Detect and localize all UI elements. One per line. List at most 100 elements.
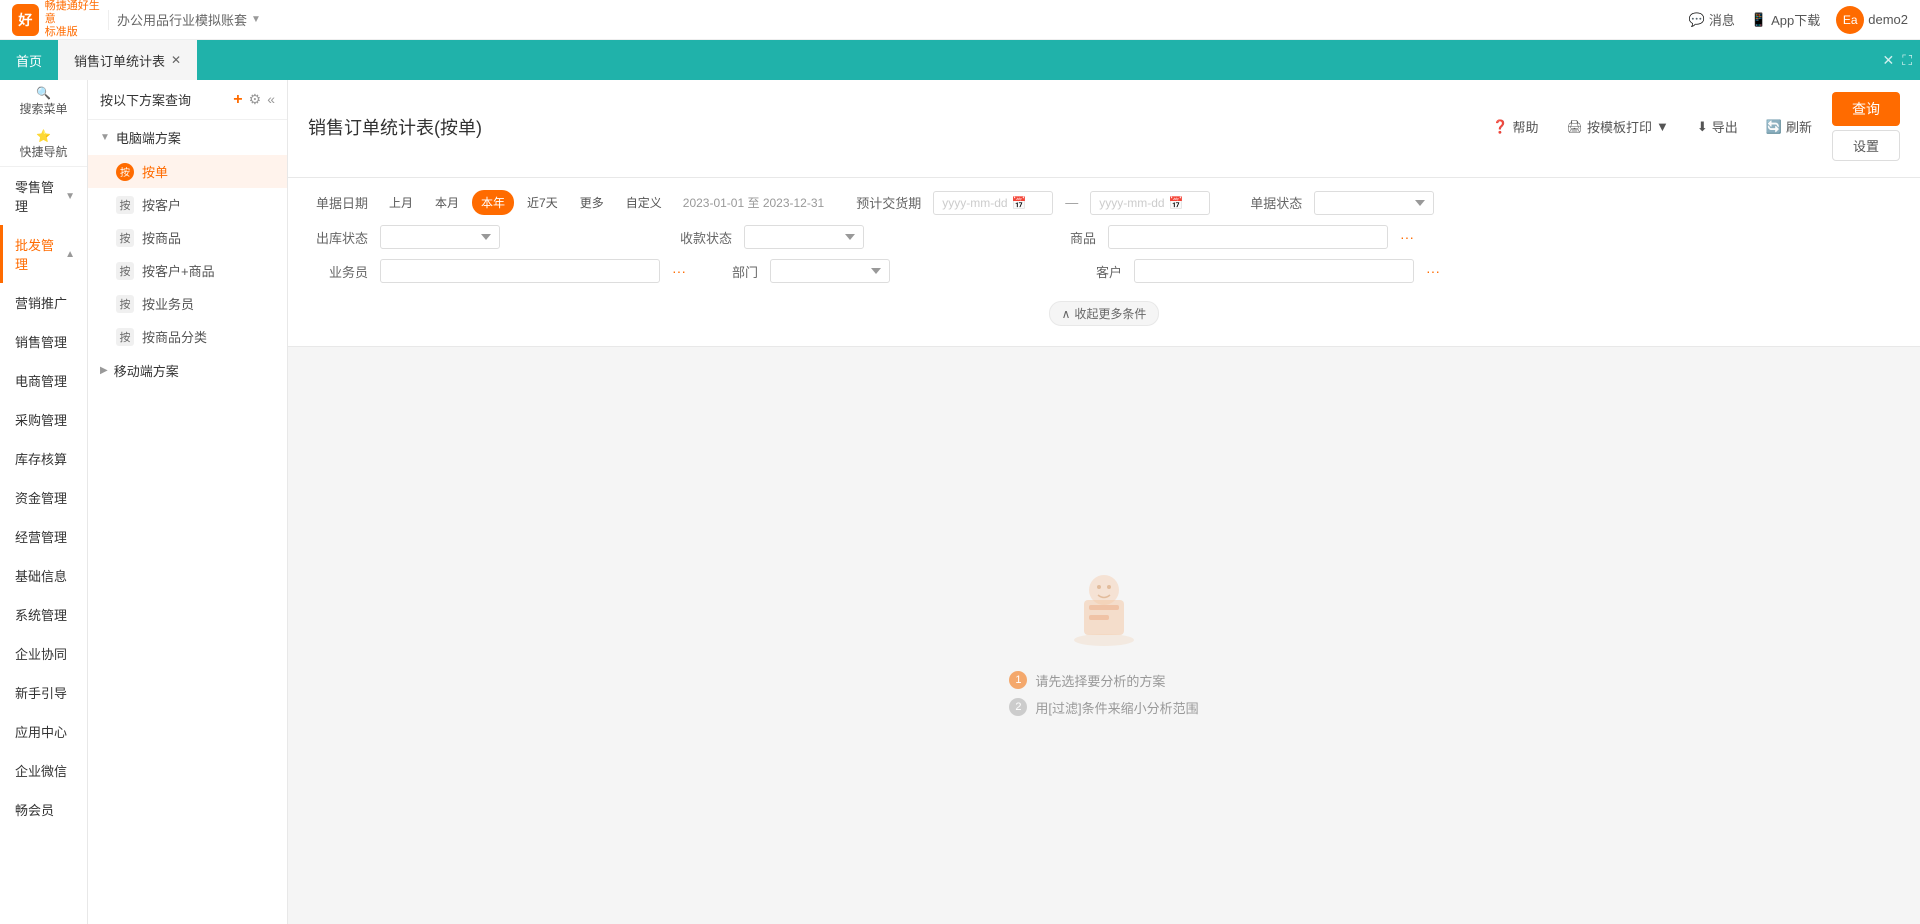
divider bbox=[108, 10, 109, 30]
settings-button[interactable]: 设置 bbox=[1832, 130, 1900, 161]
scheme-item-by-customer[interactable]: 按 按客户 bbox=[88, 188, 287, 221]
export-button[interactable]: ⬇ 导出 bbox=[1689, 113, 1746, 140]
sidebar-item-inventory[interactable]: 库存核算 bbox=[0, 439, 87, 478]
toggle-icon: ▼ bbox=[100, 132, 110, 143]
chevron-right-icon: ▼ bbox=[65, 191, 75, 202]
tab-home[interactable]: 首页 bbox=[0, 40, 58, 80]
scheme-icon-by-cust-goods: 按 bbox=[116, 262, 134, 280]
tip-num-1: 1 bbox=[1009, 671, 1027, 689]
collapse-up-icon: ∧ bbox=[1062, 307, 1071, 321]
department-select[interactable] bbox=[770, 259, 890, 283]
sidebar-item-operations[interactable]: 经营管理 bbox=[0, 517, 87, 556]
scheme-section: ▼ 电脑端方案 按 按单 按 按客户 按 按商品 按 按客 bbox=[88, 120, 287, 388]
collapse-panel-button[interactable]: « bbox=[267, 91, 275, 109]
help-icon: ❓ bbox=[1492, 119, 1508, 135]
toggle-icon-mobile: ▶ bbox=[100, 365, 108, 376]
content-area: 销售订单统计表(按单) ❓ 帮助 🖨 按模板打印 ▼ ⬇ 导出 bbox=[288, 80, 1920, 924]
date-filter-label: 单据日期 bbox=[308, 193, 368, 212]
scheme-icon-by-sales-staff: 按 bbox=[116, 295, 134, 313]
payment-status-wrapper bbox=[744, 225, 1024, 249]
salesperson-more-button[interactable]: ··· bbox=[672, 263, 686, 279]
filter-row-date: 单据日期 上月 本月 本年 近7天 更多 自定义 2023-01-01 至 20… bbox=[308, 190, 1900, 215]
date-btn-last7days[interactable]: 近7天 bbox=[518, 190, 567, 215]
sidebar-item-wholesale[interactable]: 批发管理 ▲ bbox=[0, 225, 87, 283]
date-start-placeholder: yyyy-mm-dd bbox=[942, 196, 1007, 210]
goods-more-button[interactable]: ··· bbox=[1400, 229, 1414, 245]
sidebar-item-newbie[interactable]: 新手引导 bbox=[0, 673, 87, 712]
add-scheme-button[interactable]: + bbox=[233, 91, 242, 109]
settings-scheme-button[interactable]: ⚙ bbox=[249, 91, 262, 109]
empty-tips: 1 请先选择要分析的方案 2 用[过滤]条件来缩小分析范围 bbox=[1009, 671, 1198, 717]
calendar-start-icon: 📅 bbox=[1012, 196, 1027, 210]
customer-input[interactable] bbox=[1134, 259, 1414, 283]
date-quick-buttons: 上月 本月 本年 近7天 更多 自定义 bbox=[380, 190, 671, 215]
refresh-icon: 🔄 bbox=[1766, 119, 1782, 135]
content-header: 销售订单统计表(按单) ❓ 帮助 🖨 按模板打印 ▼ ⬇ 导出 bbox=[288, 80, 1920, 178]
scheme-group-pc-title[interactable]: ▼ 电脑端方案 bbox=[88, 120, 287, 155]
left-panel-header-actions: + ⚙ « bbox=[233, 91, 275, 109]
delivery-status-wrapper bbox=[380, 225, 660, 249]
scheme-icon-by-order: 按 bbox=[116, 163, 134, 181]
page-selector[interactable]: 办公用品行业模拟账套 ▼ bbox=[117, 10, 261, 29]
sidebar-item-quicknav[interactable]: ⭐ 快捷导航 bbox=[0, 123, 87, 166]
scheme-item-by-cust-goods[interactable]: 按 按客户+商品 bbox=[88, 254, 287, 287]
close-window-button[interactable]: ✕ bbox=[1882, 52, 1894, 69]
payment-status-select[interactable] bbox=[744, 225, 864, 249]
filter-row-status: 出库状态 收款状态 商品 ··· bbox=[308, 225, 1900, 249]
date-btn-custom[interactable]: 自定义 bbox=[617, 190, 671, 215]
date-btn-cur-month[interactable]: 本月 bbox=[426, 190, 468, 215]
top-bar-right: 💬 消息 📱 App下载 Ea demo2 bbox=[1689, 6, 1908, 34]
sidebar-item-marketing[interactable]: 营销推广 bbox=[0, 283, 87, 322]
delivery-status-select[interactable] bbox=[380, 225, 500, 249]
delivery-status-label: 出库状态 bbox=[308, 228, 368, 247]
date-end-placeholder: yyyy-mm-dd bbox=[1099, 196, 1164, 210]
order-status-select[interactable] bbox=[1314, 191, 1434, 215]
date-end-input[interactable]: yyyy-mm-dd 📅 bbox=[1090, 191, 1210, 215]
sidebar-item-basic[interactable]: 基础信息 bbox=[0, 556, 87, 595]
date-btn-cur-year[interactable]: 本年 bbox=[472, 190, 514, 215]
template-print-button[interactable]: 🖨 按模板打印 ▼ bbox=[1558, 113, 1676, 140]
export-icon: ⬇ bbox=[1697, 119, 1708, 135]
sidebar-item-ecommerce[interactable]: 电商管理 bbox=[0, 361, 87, 400]
scheme-group-mobile: ▶ 移动端方案 bbox=[88, 353, 287, 388]
scheme-item-by-goods[interactable]: 按 按商品 bbox=[88, 221, 287, 254]
avatar: Ea bbox=[1836, 6, 1864, 34]
salesperson-input[interactable] bbox=[380, 259, 660, 283]
chevron-up-icon: ▲ bbox=[65, 249, 75, 260]
scheme-item-by-sales-staff[interactable]: 按 按业务员 bbox=[88, 287, 287, 320]
sidebar-item-appstore[interactable]: 应用中心 bbox=[0, 712, 87, 751]
customer-more-button[interactable]: ··· bbox=[1426, 263, 1440, 279]
date-start-input[interactable]: yyyy-mm-dd 📅 bbox=[933, 191, 1053, 215]
query-button[interactable]: 查询 bbox=[1832, 92, 1900, 126]
date-btn-more[interactable]: 更多 bbox=[571, 190, 613, 215]
collapse-button[interactable]: ∧ 收起更多条件 bbox=[1049, 301, 1160, 326]
sidebar-item-enterprise[interactable]: 企业协同 bbox=[0, 634, 87, 673]
tab-sales-stats[interactable]: 销售订单统计表 ✕ bbox=[58, 40, 197, 80]
empty-illustration bbox=[1054, 555, 1154, 655]
sidebar-item-retail[interactable]: 零售管理 ▼ bbox=[0, 167, 87, 225]
help-button[interactable]: ❓ 帮助 bbox=[1484, 113, 1546, 140]
app-download-button[interactable]: 📱 App下载 bbox=[1751, 10, 1820, 29]
scheme-icon-by-goods: 按 bbox=[116, 229, 134, 247]
expand-window-button[interactable]: ⛶ bbox=[1902, 52, 1912, 69]
date-range-text: 2023-01-01 至 2023-12-31 bbox=[683, 194, 824, 211]
message-button[interactable]: 💬 消息 bbox=[1689, 10, 1735, 29]
order-status-label: 单据状态 bbox=[1242, 193, 1302, 212]
scheme-group-mobile-title[interactable]: ▶ 移动端方案 bbox=[88, 353, 287, 388]
close-tab-icon[interactable]: ✕ bbox=[171, 53, 181, 67]
user-menu[interactable]: Ea demo2 bbox=[1836, 6, 1908, 34]
sidebar-item-member[interactable]: 畅会员 bbox=[0, 790, 87, 829]
goods-input[interactable] bbox=[1108, 225, 1388, 249]
sidebar-item-purchase[interactable]: 采购管理 bbox=[0, 400, 87, 439]
empty-tip-2: 2 用[过滤]条件来缩小分析范围 bbox=[1009, 698, 1198, 717]
scheme-item-by-goods-cat[interactable]: 按 按商品分类 bbox=[88, 320, 287, 353]
sidebar-item-sales[interactable]: 销售管理 bbox=[0, 322, 87, 361]
scheme-item-by-order[interactable]: 按 按单 bbox=[88, 155, 287, 188]
sidebar-item-system[interactable]: 系统管理 bbox=[0, 595, 87, 634]
print-icon: 🖨 bbox=[1566, 119, 1583, 135]
sidebar-item-wechat[interactable]: 企业微信 bbox=[0, 751, 87, 790]
refresh-button[interactable]: 🔄 刷新 bbox=[1758, 113, 1820, 140]
date-btn-prev-month[interactable]: 上月 bbox=[380, 190, 422, 215]
sidebar-item-finance[interactable]: 资金管理 bbox=[0, 478, 87, 517]
sidebar-item-search[interactable]: 🔍 搜索菜单 bbox=[0, 80, 87, 123]
